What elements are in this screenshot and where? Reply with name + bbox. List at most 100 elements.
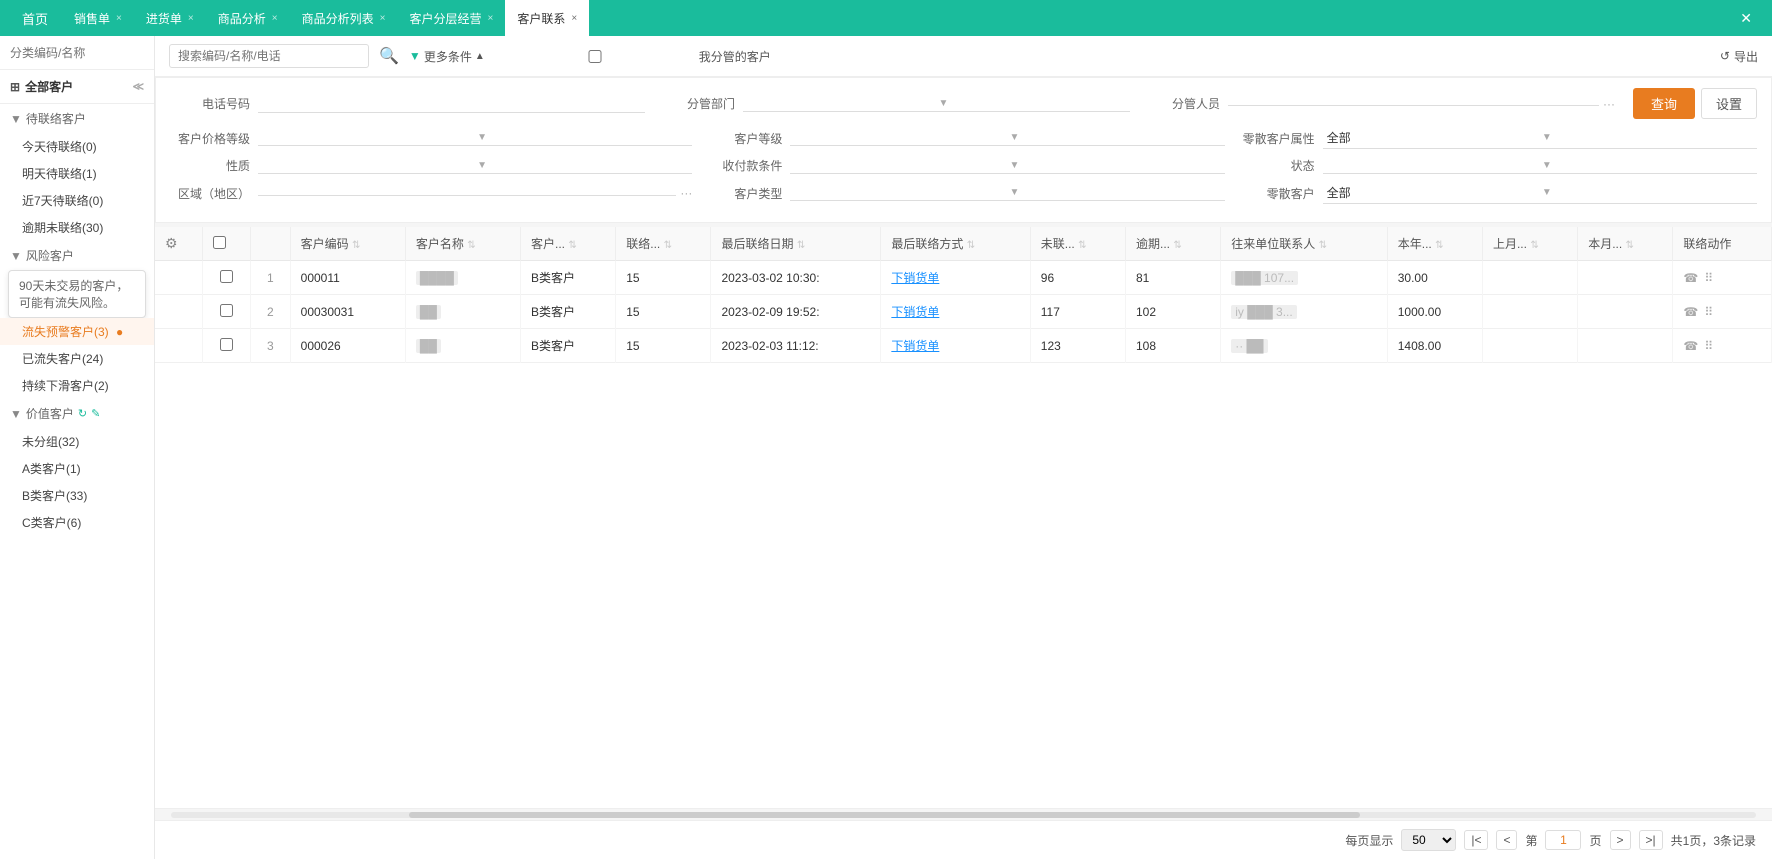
last-page-button[interactable]: >| bbox=[1639, 830, 1663, 850]
row3-checkbox[interactable] bbox=[202, 329, 251, 363]
close-purchase-tab[interactable]: × bbox=[188, 13, 194, 24]
row1-select[interactable] bbox=[220, 270, 233, 283]
row3-select[interactable] bbox=[220, 338, 233, 351]
phone-input[interactable] bbox=[258, 94, 645, 113]
nav-tab-purchase[interactable]: 进货单 × bbox=[134, 0, 206, 36]
nav-tab-analysis[interactable]: 商品分析 × bbox=[206, 0, 290, 36]
payment-select[interactable]: ▼ bbox=[790, 158, 1224, 174]
sidebar-item-churn-warning[interactable]: 流失预警客户(3) ● bbox=[0, 318, 154, 345]
sidebar-item-overdue[interactable]: 逾期未联络(30) bbox=[0, 214, 154, 241]
level-select[interactable]: ▼ bbox=[790, 130, 1224, 146]
sidebar-group-risk[interactable]: ▼ 风险客户 bbox=[0, 241, 154, 270]
nature-select[interactable]: ▼ bbox=[258, 158, 692, 174]
sidebar-item-today[interactable]: 今天待联络(0) bbox=[0, 133, 154, 160]
close-customer-layer-tab[interactable]: × bbox=[487, 13, 493, 24]
col-contact[interactable]: 联络... ⇅ bbox=[616, 227, 711, 261]
col-this-month[interactable]: 本月... ⇅ bbox=[1578, 227, 1673, 261]
row1-contact-icon[interactable]: ☎ bbox=[1683, 271, 1698, 285]
row1-last-method[interactable]: 下销货单 bbox=[881, 261, 1030, 295]
prev-page-button[interactable]: < bbox=[1496, 830, 1517, 850]
col-settings[interactable]: ⚙ bbox=[155, 227, 202, 261]
col-last-method[interactable]: 最后联络方式 ⇅ bbox=[881, 227, 1030, 261]
sidebar-search-input[interactable] bbox=[10, 46, 155, 60]
row2-last-method[interactable]: 下销货单 bbox=[881, 295, 1030, 329]
dept-select[interactable]: ▼ bbox=[743, 96, 1130, 112]
row3-uncontacted: 123 bbox=[1030, 329, 1125, 363]
price-level-select[interactable]: ▼ bbox=[258, 130, 692, 146]
row2-more-icon[interactable]: ⠿ bbox=[1704, 305, 1713, 319]
per-page-select[interactable]: 50 100 bbox=[1401, 829, 1456, 851]
col-overdue[interactable]: 逾期... ⇅ bbox=[1125, 227, 1220, 261]
window-close-button[interactable]: ✕ bbox=[1728, 10, 1764, 27]
row3-last-method[interactable]: 下销货单 bbox=[881, 329, 1030, 363]
row3-contact-icon[interactable]: ☎ bbox=[1683, 339, 1698, 353]
sidebar-item-class-b[interactable]: B类客户(33) bbox=[0, 482, 154, 509]
nav-tab-customer-contact[interactable]: 客户联系 × bbox=[505, 0, 589, 36]
row3-method-link[interactable]: 下销货单 bbox=[891, 339, 939, 353]
row2-method-link[interactable]: 下销货单 bbox=[891, 305, 939, 319]
scrollbar-thumb[interactable] bbox=[409, 812, 1360, 818]
status-select[interactable]: ▼ bbox=[1323, 158, 1757, 174]
sidebar-group-value[interactable]: ▼ 价值客户 ↻ ✎ bbox=[0, 399, 154, 428]
search-button[interactable]: 🔍 bbox=[379, 46, 399, 66]
nav-tab-sales[interactable]: 销售单 × bbox=[62, 0, 134, 36]
close-analysis-list-tab[interactable]: × bbox=[380, 13, 386, 24]
col-last-date[interactable]: 最后联络日期 ⇅ bbox=[711, 227, 881, 261]
sidebar-group-pending[interactable]: ▼ 待联络客户 bbox=[0, 104, 154, 133]
col-last-month[interactable]: 上月... ⇅ bbox=[1482, 227, 1577, 261]
first-page-button[interactable]: |< bbox=[1464, 830, 1488, 850]
nav-tab-analysis-list[interactable]: 商品分析列表 × bbox=[290, 0, 398, 36]
sidebar-item-ungrouped[interactable]: 未分组(32) bbox=[0, 428, 154, 455]
dots-icon[interactable]: ··· bbox=[1603, 97, 1615, 111]
row1-method-link[interactable]: 下销货单 bbox=[891, 271, 939, 285]
sidebar-all-customers[interactable]: ⊞ 全部客户 ≪ bbox=[0, 70, 154, 104]
manager-select[interactable] bbox=[1228, 101, 1599, 106]
col-type[interactable]: 客户... ⇅ bbox=[521, 227, 616, 261]
page-input[interactable] bbox=[1545, 830, 1581, 850]
row1-more-icon[interactable]: ⠿ bbox=[1704, 271, 1713, 285]
query-button[interactable]: 查询 bbox=[1633, 88, 1695, 119]
close-customer-contact-tab[interactable]: × bbox=[571, 13, 577, 24]
my-customers-checkbox[interactable] bbox=[495, 50, 695, 63]
row1-unit-contact: ███ 107... bbox=[1221, 261, 1388, 295]
next-page-button[interactable]: > bbox=[1610, 830, 1631, 850]
settings-gear-icon[interactable]: ⚙ bbox=[165, 235, 178, 251]
col-this-year[interactable]: 本年... ⇅ bbox=[1387, 227, 1482, 261]
row3-more-icon[interactable]: ⠿ bbox=[1704, 339, 1713, 353]
settings-button[interactable]: 设置 bbox=[1701, 88, 1757, 119]
nav-tab-customer-layer[interactable]: 客户分层经营 × bbox=[397, 0, 505, 36]
sidebar-item-class-a[interactable]: A类客户(1) bbox=[0, 455, 154, 482]
col-checkbox[interactable] bbox=[202, 227, 251, 261]
close-analysis-tab[interactable]: × bbox=[272, 13, 278, 24]
close-sales-tab[interactable]: × bbox=[116, 13, 122, 24]
sidebar-item-declining[interactable]: 持续下滑客户(2) bbox=[0, 372, 154, 399]
region-select[interactable] bbox=[258, 191, 676, 196]
zero-customer-select[interactable]: 全部 ▼ bbox=[1323, 182, 1757, 204]
scrollbar-track[interactable] bbox=[171, 812, 1756, 818]
sidebar-item-7days[interactable]: 近7天待联络(0) bbox=[0, 187, 154, 214]
customer-type-select[interactable]: ▼ bbox=[790, 185, 1224, 201]
col-uncontacted[interactable]: 未联... ⇅ bbox=[1030, 227, 1125, 261]
nav-home[interactable]: 首页 bbox=[8, 0, 62, 36]
my-customers-checkbox-label[interactable]: 我分管的客户 bbox=[495, 48, 771, 65]
sidebar-item-churned[interactable]: 已流失客户(24) bbox=[0, 345, 154, 372]
horizontal-scrollbar[interactable] bbox=[155, 808, 1772, 820]
refresh-icon[interactable]: ↻ bbox=[78, 407, 87, 420]
search-input[interactable] bbox=[169, 44, 369, 68]
dots-region-icon[interactable]: ··· bbox=[680, 186, 692, 200]
zero-attr-select[interactable]: 全部 ▼ bbox=[1323, 127, 1757, 149]
col-name[interactable]: 客户名称 ⇅ bbox=[405, 227, 520, 261]
col-code[interactable]: 客户编码 ⇅ bbox=[290, 227, 405, 261]
collapse-icon[interactable]: ≪ bbox=[132, 80, 144, 93]
sidebar-item-tomorrow[interactable]: 明天待联络(1) bbox=[0, 160, 154, 187]
more-conditions-toggle[interactable]: ▼ 更多条件 ▲ bbox=[409, 48, 485, 65]
select-all-checkbox[interactable] bbox=[213, 236, 226, 249]
col-unit-contact[interactable]: 往来单位联系人 ⇅ bbox=[1221, 227, 1388, 261]
row2-contact-icon[interactable]: ☎ bbox=[1683, 305, 1698, 319]
edit-icon[interactable]: ✎ bbox=[91, 407, 100, 420]
row1-checkbox[interactable] bbox=[202, 261, 251, 295]
sidebar-item-class-c[interactable]: C类客户(6) bbox=[0, 509, 154, 536]
row2-select[interactable] bbox=[220, 304, 233, 317]
export-button[interactable]: ↺ 导出 bbox=[1720, 48, 1758, 65]
row2-checkbox[interactable] bbox=[202, 295, 251, 329]
